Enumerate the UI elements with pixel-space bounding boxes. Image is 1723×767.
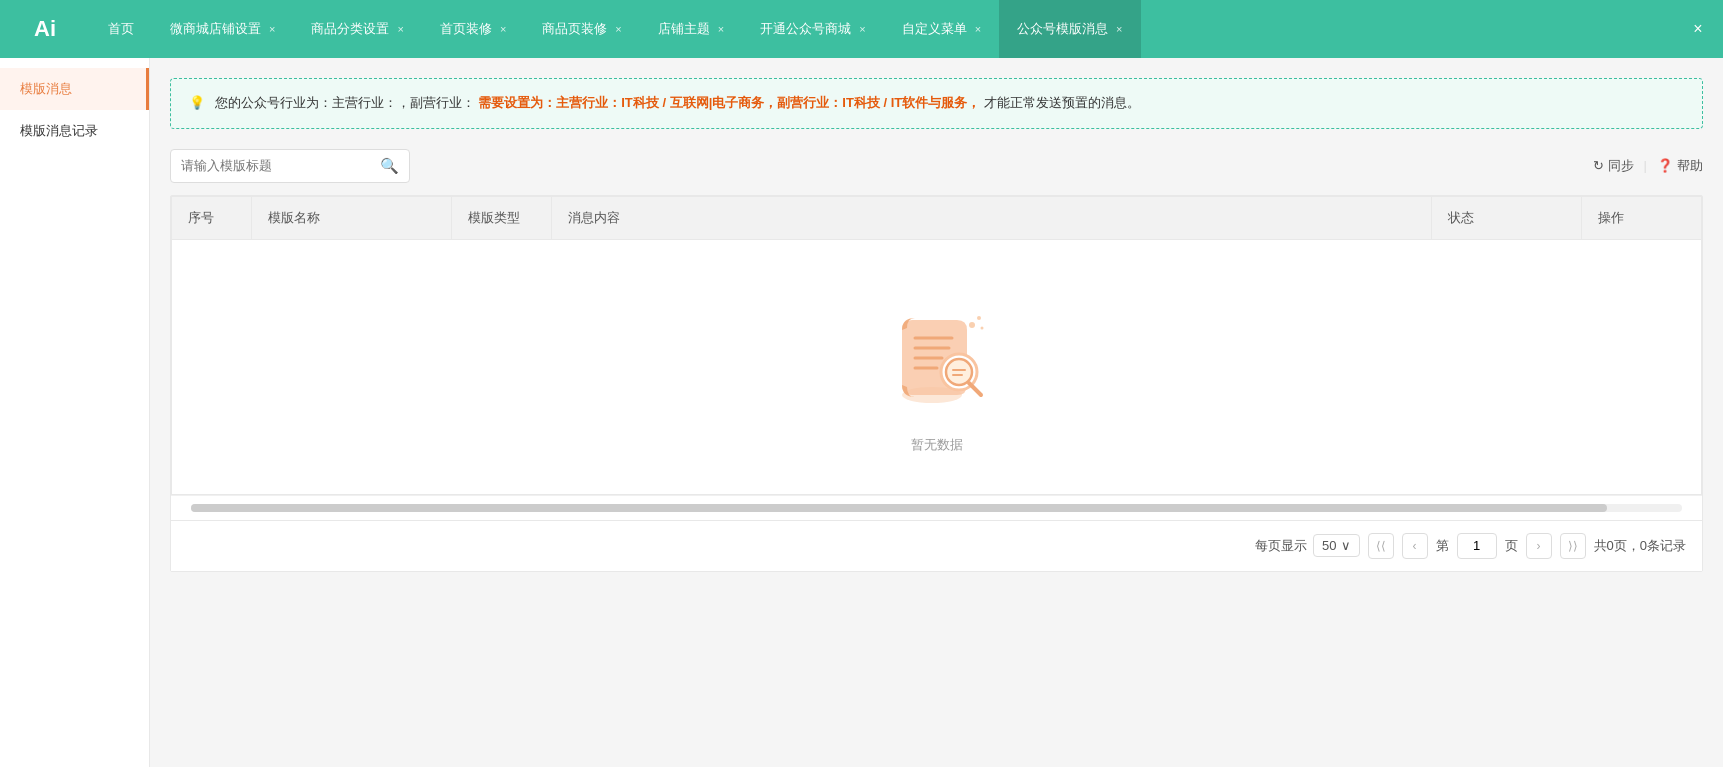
close-tab-custom-menu[interactable]: × — [975, 23, 981, 35]
bulb-icon: 💡 — [189, 95, 205, 110]
tab-product-decor[interactable]: 商品页装修 × — [524, 0, 639, 58]
tab-shop-settings[interactable]: 微商城店铺设置 × — [152, 0, 293, 58]
toolbar-right: ↻ 同步 | ❓ 帮助 — [1593, 157, 1703, 175]
help-icon: ❓ — [1657, 158, 1673, 173]
col-action: 操作 — [1582, 196, 1702, 239]
close-tab-shop-settings[interactable]: × — [269, 23, 275, 35]
tab-template-msg[interactable]: 公众号模版消息 × — [999, 0, 1140, 58]
svg-point-13 — [980, 326, 983, 329]
col-content: 消息内容 — [552, 196, 1432, 239]
app-logo: Ai — [0, 0, 90, 58]
divider: | — [1644, 158, 1647, 173]
svg-point-11 — [969, 322, 975, 328]
help-button[interactable]: ❓ 帮助 — [1657, 157, 1703, 175]
close-all-button[interactable]: × — [1673, 0, 1723, 58]
scrollbar-area — [171, 495, 1702, 520]
close-tab-category-settings[interactable]: × — [397, 23, 403, 35]
page-size-dropdown[interactable]: 50 ∨ — [1313, 534, 1359, 557]
tab-category-settings[interactable]: 商品分类设置 × — [293, 0, 421, 58]
table-container: 序号 模版名称 模版类型 消息内容 状态 操作 — [170, 195, 1703, 572]
search-input[interactable] — [181, 158, 380, 173]
content-area: 💡 您的公众号行业为：主营行业：，副营行业： 需要设置为：主营行业：IT科技 /… — [150, 58, 1723, 767]
banner-highlight: 需要设置为：主营行业：IT科技 / 互联网|电子商务，副营行业：IT科技 / I… — [478, 95, 980, 110]
tab-shop-theme[interactable]: 店铺主题 × — [640, 0, 742, 58]
sidebar-item-template-msg-log[interactable]: 模版消息记录 — [0, 110, 149, 152]
sidebar: 模版消息 模版消息记录 — [0, 58, 150, 767]
empty-icon — [877, 300, 997, 420]
sidebar-item-template-msg[interactable]: 模版消息 — [0, 68, 149, 110]
main-layout: 模版消息 模版消息记录 💡 您的公众号行业为：主营行业：，副营行业： 需要设置为… — [0, 58, 1723, 767]
scrollbar-thumb — [191, 504, 1607, 512]
scrollbar-track[interactable] — [191, 504, 1682, 512]
tab-home-decor[interactable]: 首页装修 × — [422, 0, 524, 58]
close-tab-product-decor[interactable]: × — [615, 23, 621, 35]
close-tab-home-decor[interactable]: × — [500, 23, 506, 35]
svg-point-12 — [977, 316, 981, 320]
empty-state: 暂无数据 — [172, 240, 1701, 494]
close-tab-open-mall[interactable]: × — [859, 23, 865, 35]
tab-custom-menu[interactable]: 自定义菜单 × — [884, 0, 999, 58]
close-tab-shop-theme[interactable]: × — [718, 23, 724, 35]
empty-text: 暂无数据 — [192, 436, 1681, 454]
total-info: 共0页，0条记录 — [1594, 537, 1686, 555]
search-box: 🔍 — [170, 149, 410, 183]
sync-icon: ↻ — [1593, 158, 1604, 173]
tab-open-mall[interactable]: 开通公众号商城 × — [742, 0, 883, 58]
col-status: 状态 — [1432, 196, 1582, 239]
col-type: 模版类型 — [452, 196, 552, 239]
sync-button[interactable]: ↻ 同步 — [1593, 157, 1634, 175]
pagination-bar: 每页显示 50 ∨ ⟨⟨ ‹ 第 页 › ⟩⟩ 共0页，0条记录 — [171, 520, 1702, 571]
col-name: 模版名称 — [252, 196, 452, 239]
next-page-button[interactable]: › — [1526, 533, 1552, 559]
nav-tabs: 首页 微商城店铺设置 × 商品分类设置 × 首页装修 × 商品页装修 × 店铺主… — [90, 0, 1673, 58]
toolbar: 🔍 ↻ 同步 | ❓ 帮助 — [170, 149, 1703, 183]
col-index: 序号 — [172, 196, 252, 239]
info-banner: 💡 您的公众号行业为：主营行业：，副营行业： 需要设置为：主营行业：IT科技 /… — [170, 78, 1703, 129]
search-icon[interactable]: 🔍 — [380, 157, 399, 175]
close-tab-template-msg[interactable]: × — [1116, 23, 1122, 35]
page-input[interactable] — [1457, 533, 1497, 559]
tab-home[interactable]: 首页 — [90, 0, 152, 58]
top-nav: Ai 首页 微商城店铺设置 × 商品分类设置 × 首页装修 × 商品页装修 × … — [0, 0, 1723, 58]
data-table: 序号 模版名称 模版类型 消息内容 状态 操作 — [171, 196, 1702, 495]
chevron-down-icon: ∨ — [1341, 538, 1351, 553]
last-page-button[interactable]: ⟩⟩ — [1560, 533, 1586, 559]
prev-page-button[interactable]: ‹ — [1402, 533, 1428, 559]
first-page-button[interactable]: ⟨⟨ — [1368, 533, 1394, 559]
page-size-select: 每页显示 50 ∨ — [1255, 534, 1359, 557]
svg-line-8 — [969, 383, 981, 395]
